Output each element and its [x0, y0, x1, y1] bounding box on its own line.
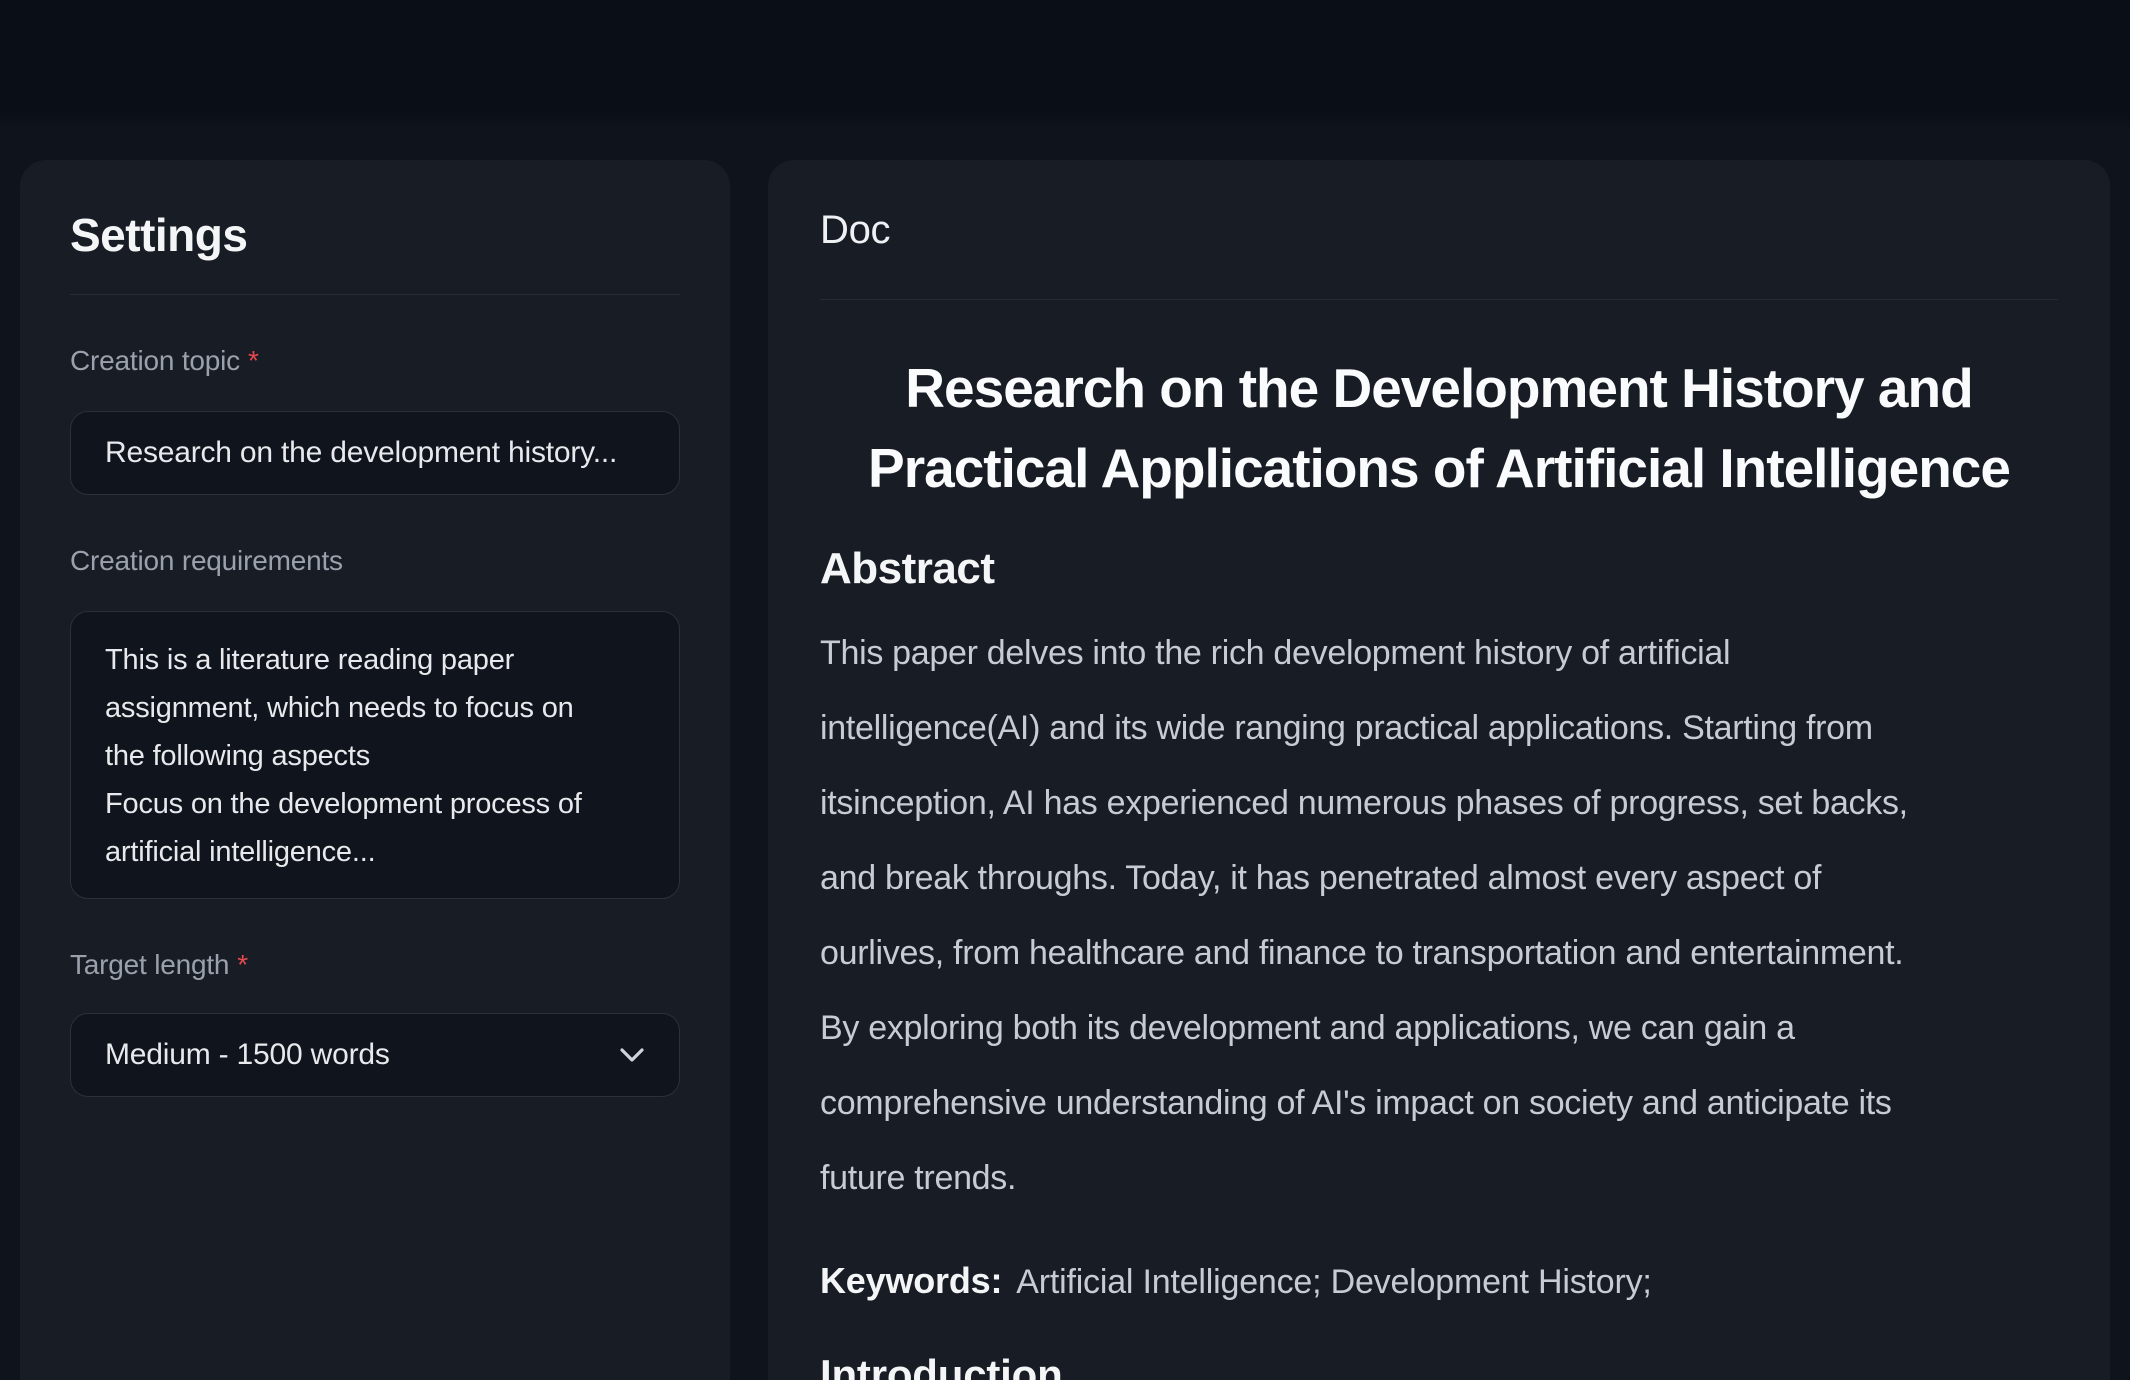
keywords-value: Artificial Intelligence; Development His…	[1016, 1263, 1652, 1301]
target-length-select[interactable]: Medium - 1500 words	[70, 1013, 680, 1097]
doc-panel-title: Doc	[820, 208, 891, 252]
abstract-paragraph: This paper delves into the rich developm…	[820, 634, 1908, 1197]
target-length-value: Medium - 1500 words	[105, 1038, 390, 1071]
doc-panel: Doc Research on the Development History …	[768, 160, 2110, 1380]
settings-title: Settings	[70, 209, 248, 261]
introduction-heading-clipped: Introduction	[820, 1351, 1063, 1380]
settings-panel: Settings Creation topic* Creation requir…	[20, 160, 730, 1380]
keywords-label: Keywords:	[820, 1260, 1003, 1301]
app-background: { "colors": { "page_background": "#0f131…	[0, 0, 2130, 1380]
creation-requirements-label-text: Creation requirements	[70, 545, 343, 576]
required-asterisk: *	[237, 949, 248, 980]
creation-topic-input[interactable]	[70, 411, 680, 495]
creation-requirements-textarea[interactable]: This is a literature reading paper assign…	[70, 611, 680, 899]
creation-topic-label-text: Creation topic	[70, 345, 240, 376]
creation-requirements-label: Creation requirements	[70, 545, 680, 577]
creation-topic-label: Creation topic *	[70, 345, 680, 377]
keywords-row: Keywords: Artificial Intelligence; Develo…	[820, 1258, 2058, 1305]
chevron-down-icon	[620, 1048, 644, 1062]
target-length-label-text: Target length	[70, 949, 230, 980]
abstract-heading: Abstract	[820, 544, 995, 593]
doc-divider	[820, 299, 2058, 300]
settings-divider	[70, 294, 680, 295]
required-asterisk: *	[247, 345, 259, 376]
target-length-label: Target length *	[70, 949, 680, 981]
document-title: Research on the Development History and P…	[868, 357, 2011, 499]
